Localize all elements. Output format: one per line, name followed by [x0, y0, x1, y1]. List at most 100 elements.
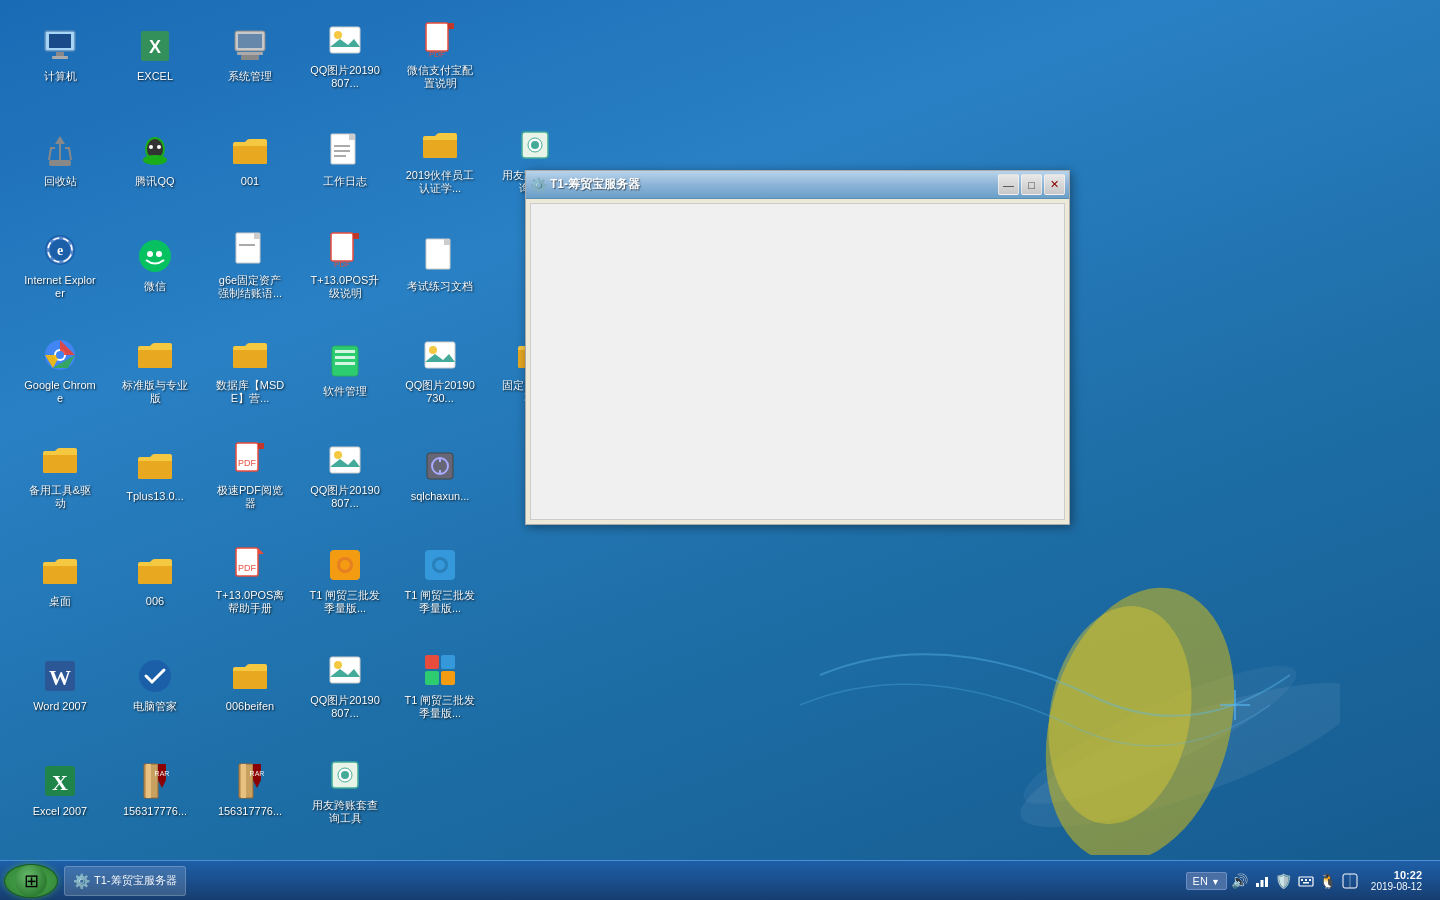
desktop-icon-excel2007[interactable]: X Excel 2007 [20, 745, 100, 835]
desktop-icon-label: QQ图片20190807... [309, 484, 381, 510]
svg-rect-55 [444, 239, 450, 245]
desktop-icon-partnercert[interactable]: 2019伙伴员工认证学... [400, 115, 480, 205]
desktop-icon-qqimg2[interactable]: QQ图片20190730... [400, 325, 480, 415]
settings-icon [230, 26, 270, 66]
taskbar-item-t1[interactable]: ⚙️ T1-筹贸宝服务器 [64, 866, 186, 896]
desktop-icon-examdoc[interactable]: 考试练习文档 [400, 220, 480, 310]
desktop-icon-label: QQ图片20190807... [309, 64, 381, 90]
desktop-icon-winrar2[interactable]: RAR 156317776... [210, 745, 290, 835]
desktop-icon-pdfcompressor[interactable]: PDF 极速PDF阅览器 [210, 430, 290, 520]
desktop-icon-tplus130[interactable]: Tplus13.0... [115, 430, 195, 520]
desktop-icon-computer[interactable]: 计算机 [20, 10, 100, 100]
svg-rect-49 [331, 233, 353, 261]
svg-rect-111 [1305, 879, 1307, 881]
tray-icon-keyboard[interactable] [1297, 872, 1315, 890]
desktop-icon-wechatpay[interactable]: PDF 微信支付宝配置说明 [400, 10, 480, 100]
svg-rect-16 [241, 55, 259, 60]
folder-icon [230, 335, 270, 375]
desktop-icon-excel[interactable]: X EXCEL [115, 10, 195, 100]
desktop-icon-softwaremgr[interactable]: 软件管理 [305, 325, 385, 415]
tray-icon-speaker[interactable]: 🔊 [1231, 872, 1249, 890]
tray-icon-shield[interactable]: 🛡️ [1275, 872, 1293, 890]
desktop-icon-label: 软件管理 [323, 385, 367, 398]
desktop-icon-t1batch3[interactable]: T1 闸贸三批发季量版... [400, 640, 480, 730]
folder-icon [135, 551, 175, 591]
desktop-icon-ie[interactable]: e Internet Explorer [20, 220, 100, 310]
desktop-icon-stdpro[interactable]: 标准版与专业版 [115, 325, 195, 415]
desktop-icon-sqlchaxun[interactable]: sqlchaxun... [400, 430, 480, 520]
image-icon [325, 650, 365, 690]
tray-icon-notification[interactable] [1341, 872, 1359, 890]
svg-text:RAR: RAR [250, 770, 265, 777]
desktop-icon-t1batch2[interactable]: T1 闸贸三批发季量版... [400, 535, 480, 625]
desktop-icon-t130poshelp[interactable]: PDF T+13.0POS离帮助手册 [210, 535, 290, 625]
desktop-icon-006[interactable]: 006 [115, 535, 195, 625]
start-button[interactable]: ⊞ [4, 864, 58, 898]
desktop-icon-wechat[interactable]: 微信 [115, 220, 195, 310]
desktop-icon-youyou2[interactable]: 用友跨账套查询工具 [305, 745, 385, 835]
svg-rect-67 [258, 443, 264, 449]
desktop-icon-qq[interactable]: 腾讯QQ [115, 115, 195, 205]
desktop-icon-g6e[interactable]: g6e固定资产强制结账语... [210, 220, 290, 310]
svg-rect-48 [239, 244, 255, 246]
app-blue-icon [420, 545, 460, 585]
word-icon: W [40, 656, 80, 696]
desktop-icon-chrome[interactable]: Google Chrome [20, 325, 100, 415]
window-titlebar[interactable]: ⚙️ T1-筹贸宝服务器 — □ ✕ [526, 171, 1069, 199]
tool-icon [325, 755, 365, 795]
tray-icon-qq[interactable]: 🐧 [1319, 872, 1337, 890]
svg-rect-34 [334, 155, 346, 157]
svg-rect-32 [334, 145, 350, 147]
desktop-icon-qqimg3[interactable]: QQ图片20190807... [305, 430, 385, 520]
desktop-icon-word2007[interactable]: W Word 2007 [20, 640, 100, 730]
start-orb-icon: ⊞ [15, 865, 47, 897]
system-clock[interactable]: 10:22 2019-08-12 [1363, 869, 1430, 892]
taskbar-items: ⚙️ T1-筹贸宝服务器 [64, 866, 1180, 896]
desktop-icon-desktopfolder[interactable]: 桌面 [20, 535, 100, 625]
svg-rect-14 [238, 34, 262, 48]
desktop-icon-006beifen[interactable]: 006beifen [210, 640, 290, 730]
desktop-icon-label: 回收站 [44, 175, 77, 188]
tray-icon-network[interactable] [1253, 872, 1271, 890]
desktop-icon-pcmgr[interactable]: 电脑管家 [115, 640, 195, 730]
svg-text:PDF: PDF [238, 563, 257, 573]
close-button[interactable]: ✕ [1044, 174, 1065, 195]
svg-point-86 [139, 660, 171, 692]
desktop-icon-label: 工作日志 [323, 175, 367, 188]
svg-point-83 [435, 560, 445, 570]
ie-icon: e [40, 230, 80, 270]
desktop-icon-recycle[interactable]: 回收站 [20, 115, 100, 205]
desktop-icon-label: 156317776... [218, 805, 282, 818]
desktop-icon-label: T1 闸贸三批发季量版... [309, 589, 381, 615]
desktop-icon-workdiary[interactable]: 工作日志 [305, 115, 385, 205]
desktop-icon-winrar1[interactable]: RAR 156317776... [115, 745, 195, 835]
svg-rect-87 [330, 657, 360, 683]
desktop-icon-t13pos[interactable]: PDF T+13.0POS升级说明 [305, 220, 385, 310]
desktop-icon-sysmgr[interactable]: 系统管理 [210, 10, 290, 100]
desktop-icon-dbmsde[interactable]: 数据库【MSDE】营... [210, 325, 290, 415]
qq-icon [135, 131, 175, 171]
window-title-text: T1-筹贸宝服务器 [550, 176, 998, 193]
svg-rect-21 [448, 23, 454, 29]
desktop-icon-001[interactable]: 001 [210, 115, 290, 205]
pdf-icon: PDF [230, 440, 270, 480]
minimize-button[interactable]: — [998, 174, 1019, 195]
taskbar-item-label: T1-筹贸宝服务器 [94, 873, 177, 888]
language-indicator[interactable]: EN ▼ [1186, 872, 1227, 890]
desktop-icon-qqimg4[interactable]: QQ图片20190807... [305, 640, 385, 730]
doc-icon [420, 236, 460, 276]
desktop-icon-empty4 [495, 535, 575, 625]
svg-point-58 [56, 351, 64, 359]
desktop-icon-label: 系统管理 [228, 70, 272, 83]
svg-point-42 [139, 240, 171, 272]
desktop-icon-label: 腾讯QQ [135, 175, 174, 188]
app-orange-icon [325, 545, 365, 585]
desktop-icon-qqimg1[interactable]: QQ图片20190807... [305, 10, 385, 100]
maximize-button[interactable]: □ [1021, 174, 1042, 195]
image-icon [420, 335, 460, 375]
image-icon [325, 20, 365, 60]
svg-rect-100 [241, 764, 246, 798]
desktop-icon-t1batch1[interactable]: T1 闸贸三批发季量版... [305, 535, 385, 625]
svg-rect-17 [330, 27, 360, 53]
desktop-icon-tools[interactable]: 备用工具&驱动 [20, 430, 100, 520]
